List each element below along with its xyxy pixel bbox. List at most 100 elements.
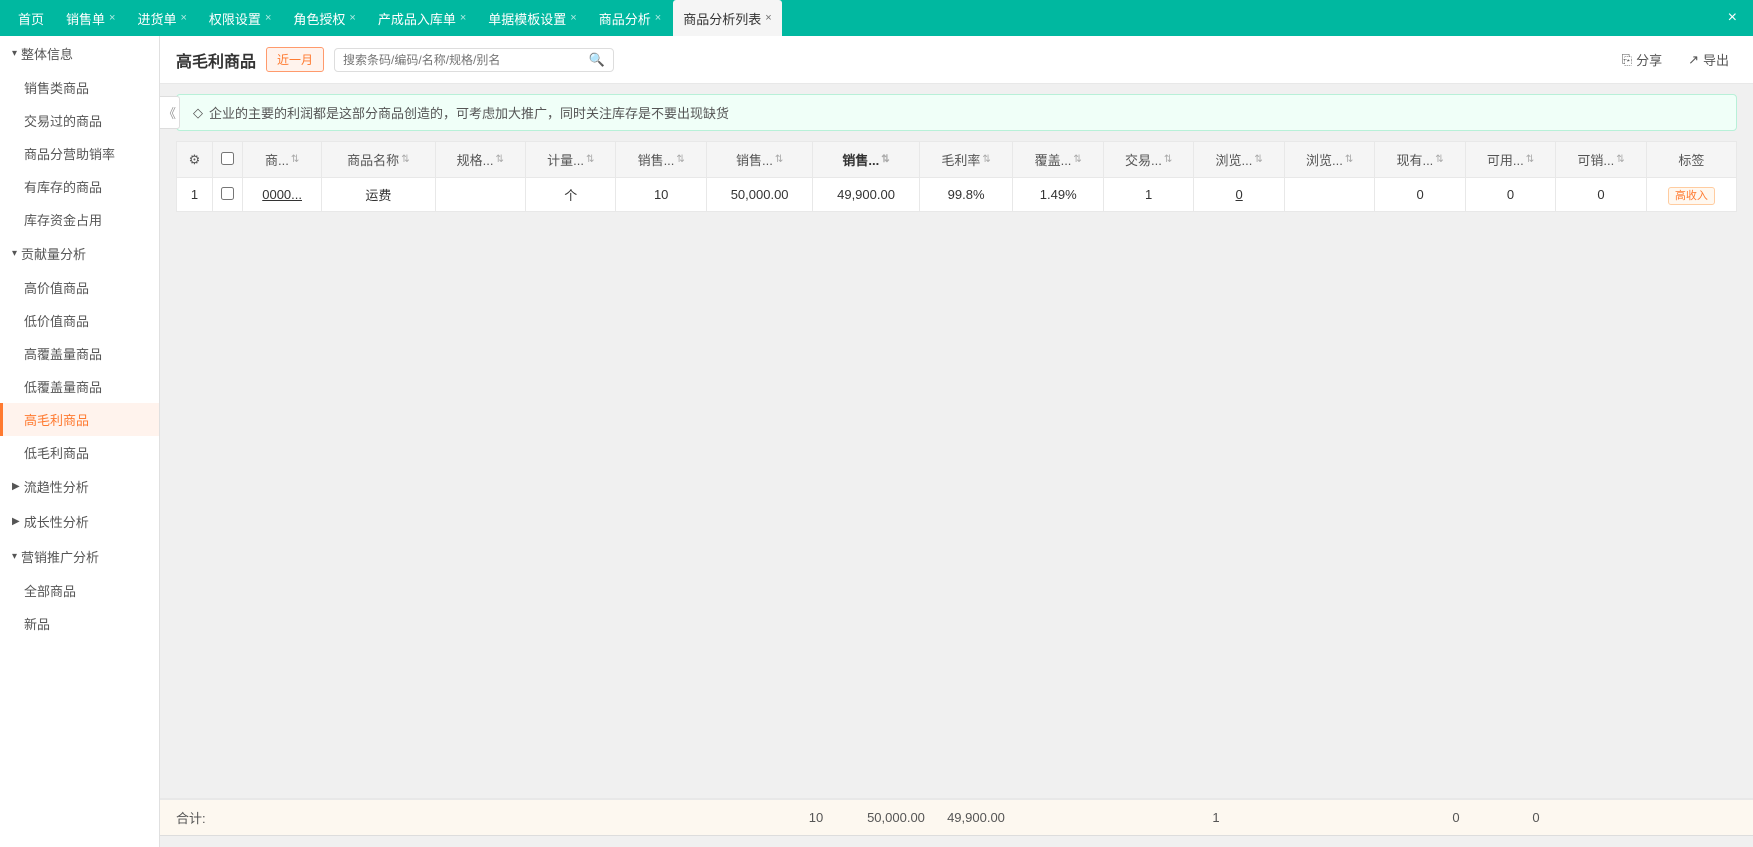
info-banner: ◇ 企业的主要的利润都是这部分商品创造的，可考虑加大推广，同时关注库存是不要出现…: [176, 94, 1737, 131]
sidebar-item-in-stock[interactable]: 有库存的商品: [0, 170, 159, 203]
nav-product-analysis-list[interactable]: 商品分析列表 ×: [673, 0, 781, 36]
col-sales3[interactable]: 销售... ⇅: [813, 142, 919, 178]
content-area: 高毛利商品 近一月 🔍 ⎘ 分享 ↗ 导出 ◇ 企业的主要的利润都是这部分商品创…: [160, 36, 1753, 847]
sidebar-item-inventory-capital[interactable]: 库存资金占用: [0, 203, 159, 236]
nav-home[interactable]: 首页: [8, 0, 54, 36]
cell-code[interactable]: 0000...: [243, 178, 322, 212]
col-name[interactable]: 商品名称 ⇅: [322, 142, 435, 178]
col-available[interactable]: 可用... ⇅: [1465, 142, 1555, 178]
nav-permissions-close[interactable]: ×: [265, 12, 271, 24]
nav-product-inbound-close[interactable]: ×: [460, 12, 466, 24]
nav-product-inbound[interactable]: 产成品入库单 ×: [368, 0, 476, 36]
col-browse1[interactable]: 浏览... ⇅: [1194, 142, 1284, 178]
col-saleable[interactable]: 可销... ⇅: [1556, 142, 1646, 178]
sidebar-collapse-button[interactable]: 《: [160, 96, 180, 129]
bottom-scrollbar[interactable]: [160, 835, 1753, 847]
sort-icon-unit: ⇅: [586, 154, 594, 165]
footer-spacer4: [616, 810, 696, 825]
sort-icon-name: ⇅: [401, 154, 409, 165]
footer-spacer1: [376, 810, 456, 825]
row-checkbox[interactable]: [221, 187, 234, 200]
sidebar-group-marketing[interactable]: ▾ 营销推广分析: [0, 539, 159, 574]
main-container: ▾ 整体信息 销售类商品 交易过的商品 商品分营助销率 有库存的商品 库存资金占…: [0, 36, 1753, 847]
nav-sales[interactable]: 销售单 ×: [56, 0, 125, 36]
arrow-down-icon-2: ▾: [12, 248, 17, 259]
select-all-checkbox[interactable]: [221, 152, 234, 165]
sidebar-item-sales-goods[interactable]: 销售类商品: [0, 71, 159, 104]
code-link[interactable]: 0000...: [262, 187, 302, 202]
nav-product-analysis-close[interactable]: ×: [655, 12, 661, 24]
settings-icon[interactable]: ⚙: [189, 152, 201, 167]
cell-unit: 个: [525, 178, 615, 212]
sidebar-group-trend[interactable]: ▶ 流趋性分析: [0, 469, 159, 504]
col-gross-margin[interactable]: 毛利率 ⇅: [919, 142, 1013, 178]
nav-product-analysis[interactable]: 商品分析 ×: [589, 0, 671, 36]
close-all-tabs[interactable]: ×: [1720, 9, 1745, 27]
sidebar-item-all-goods[interactable]: 全部商品: [0, 574, 159, 607]
footer-total: 合计: 10 50,000.00 49,900.00 1 0 0: [160, 798, 1753, 835]
export-button[interactable]: ↗ 导出: [1680, 46, 1737, 73]
sort-icon: ⇅: [291, 154, 299, 165]
col-current[interactable]: 现有... ⇅: [1375, 142, 1465, 178]
nav-template-settings[interactable]: 单据模板设置 ×: [478, 0, 586, 36]
sort-icon-sales2: ⇅: [775, 154, 783, 165]
filter-last-month-button[interactable]: 近一月: [266, 47, 324, 72]
sidebar-group-overall[interactable]: ▾ 整体信息: [0, 36, 159, 71]
arrow-down-icon-3: ▾: [12, 551, 17, 562]
col-sales1[interactable]: 销售... ⇅: [616, 142, 706, 178]
footer-sales1: 10: [776, 810, 856, 825]
browse1-link[interactable]: 0: [1236, 187, 1243, 202]
col-tag: 标签: [1646, 142, 1736, 178]
footer-spacer2: [456, 810, 536, 825]
cell-saleable: 0: [1556, 178, 1646, 212]
sort-icon-spec: ⇅: [495, 154, 503, 165]
nav-sales-close[interactable]: ×: [109, 12, 115, 24]
sidebar-item-sales-rate[interactable]: 商品分营助销率: [0, 137, 159, 170]
cell-num: 1: [177, 178, 213, 212]
footer-label: 合计:: [176, 808, 376, 827]
footer-sales2: 50,000.00: [856, 810, 936, 825]
sidebar-group-contribution[interactable]: ▾ 贡献量分析: [0, 236, 159, 271]
share-button[interactable]: ⎘ 分享: [1614, 46, 1670, 73]
arrow-right-icon-2: ▶: [12, 516, 20, 527]
sort-icon-current: ⇅: [1435, 154, 1443, 165]
col-settings[interactable]: ⚙: [177, 142, 213, 178]
col-code[interactable]: 商... ⇅: [243, 142, 322, 178]
sidebar-item-high-coverage[interactable]: 高覆盖量商品: [0, 337, 159, 370]
cell-browse1[interactable]: 0: [1194, 178, 1284, 212]
nav-purchase[interactable]: 进货单 ×: [127, 0, 196, 36]
col-transaction[interactable]: 交易... ⇅: [1103, 142, 1193, 178]
sidebar-item-high-value[interactable]: 高价值商品: [0, 271, 159, 304]
nav-product-analysis-list-close[interactable]: ×: [765, 12, 771, 24]
sidebar-item-traded-goods[interactable]: 交易过的商品: [0, 104, 159, 137]
col-unit[interactable]: 计量... ⇅: [525, 142, 615, 178]
cell-sales1: 10: [616, 178, 706, 212]
sidebar-item-low-value[interactable]: 低价值商品: [0, 304, 159, 337]
cell-sales3: 49,900.00: [813, 178, 919, 212]
col-spec[interactable]: 规格... ⇅: [435, 142, 525, 178]
sidebar-item-low-margin[interactable]: 低毛利商品: [0, 436, 159, 469]
col-sales2[interactable]: 销售... ⇅: [706, 142, 812, 178]
sort-icon-sales3: ⇅: [881, 154, 889, 165]
share-icon: ⎘: [1622, 52, 1632, 68]
sidebar-item-new-goods[interactable]: 新品: [0, 607, 159, 640]
tag-badge: 高收入: [1668, 187, 1715, 205]
nav-roles[interactable]: 角色授权 ×: [283, 0, 365, 36]
search-input[interactable]: [343, 53, 585, 67]
nav-purchase-close[interactable]: ×: [180, 12, 186, 24]
sidebar-item-low-coverage[interactable]: 低覆盖量商品: [0, 370, 159, 403]
nav-permissions[interactable]: 权限设置 ×: [199, 0, 281, 36]
nav-roles-close[interactable]: ×: [349, 12, 355, 24]
cell-checkbox[interactable]: [213, 178, 243, 212]
nav-template-settings-close[interactable]: ×: [570, 12, 576, 24]
sort-icon-coverage: ⇅: [1073, 154, 1081, 165]
footer-values: 10 50,000.00 49,900.00 1 0 0: [376, 810, 1576, 825]
search-icon[interactable]: 🔍: [589, 52, 605, 68]
col-coverage[interactable]: 覆盖... ⇅: [1013, 142, 1103, 178]
page-title: 高毛利商品: [176, 48, 256, 72]
sidebar-group-growth[interactable]: ▶ 成长性分析: [0, 504, 159, 539]
col-browse2[interactable]: 浏览... ⇅: [1284, 142, 1374, 178]
goods-table: ⚙ 商... ⇅ 商品名称: [176, 141, 1737, 212]
table-wrapper[interactable]: ⚙ 商... ⇅ 商品名称: [160, 131, 1753, 798]
sidebar-item-high-margin[interactable]: 高毛利商品: [0, 403, 159, 436]
